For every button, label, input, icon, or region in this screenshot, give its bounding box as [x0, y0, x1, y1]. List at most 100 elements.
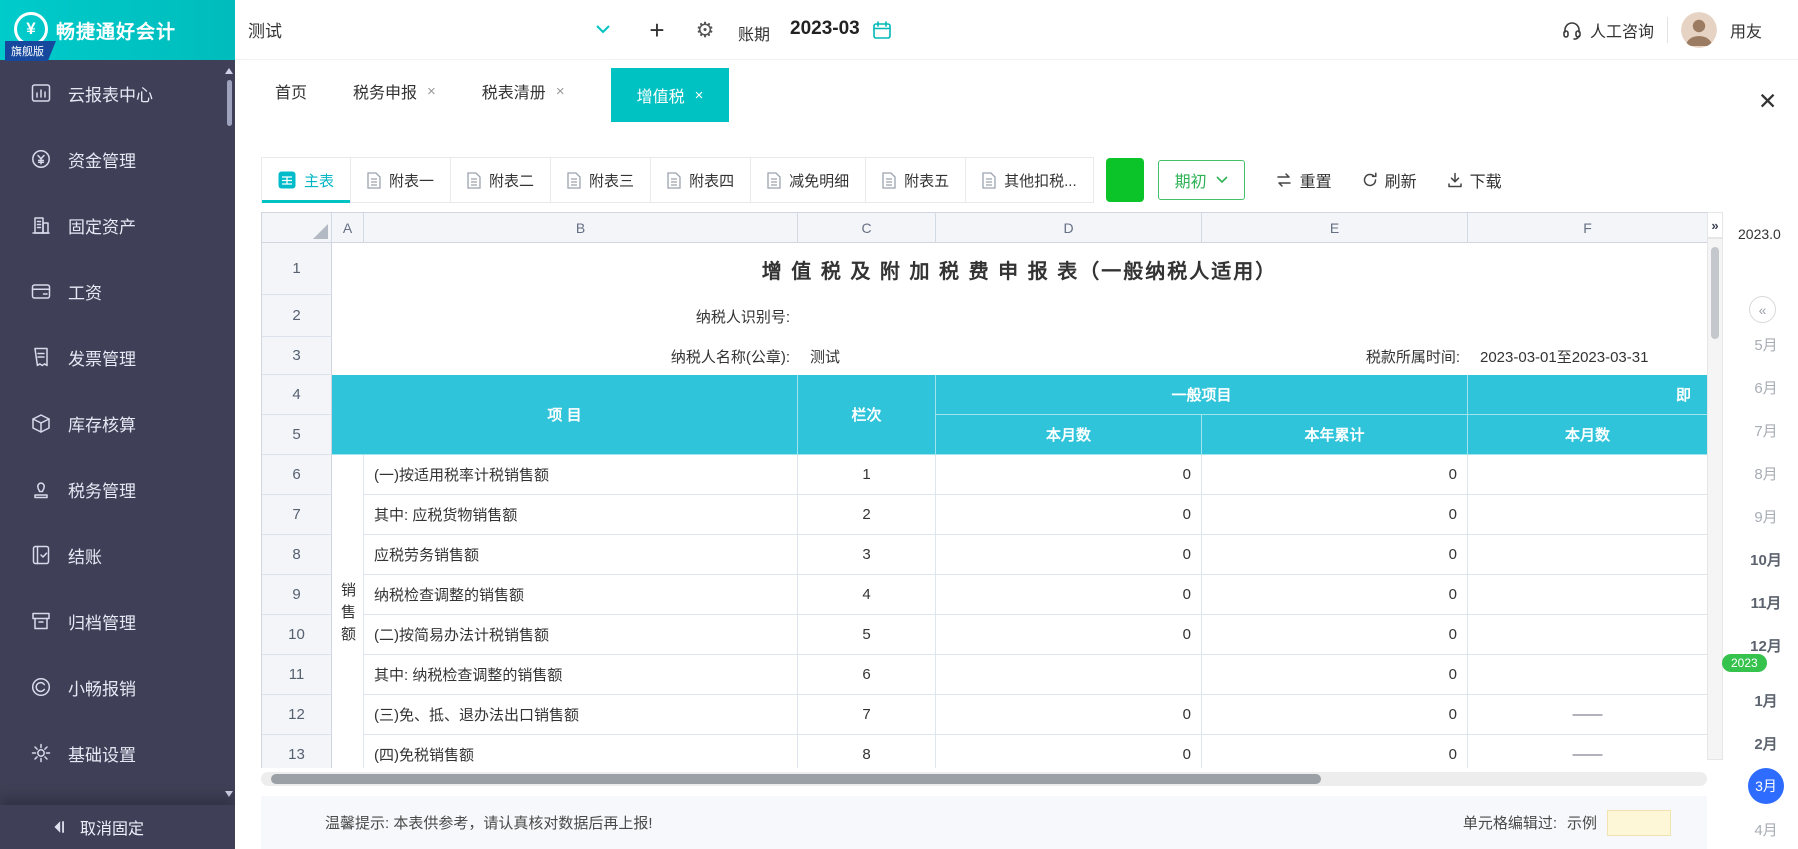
sidebar-item-funds[interactable]: 资金管理: [0, 126, 235, 192]
month-item-nov[interactable]: 11月: [1734, 584, 1798, 620]
row-header[interactable]: 12: [262, 695, 332, 735]
row-header[interactable]: 6: [262, 455, 332, 495]
sidebar-scroll-thumb[interactable]: [227, 80, 232, 126]
taxpayer-name-value[interactable]: 测试: [798, 337, 1202, 375]
cell-line-no[interactable]: 7: [798, 695, 936, 735]
close-tab-icon[interactable]: ×: [695, 87, 704, 104]
cell-month[interactable]: 0: [936, 695, 1202, 735]
select-all-corner[interactable]: [262, 213, 332, 243]
cell-item[interactable]: 应税劳务销售额: [364, 535, 798, 575]
account-select[interactable]: 测试: [248, 0, 610, 60]
green-action-button[interactable]: [1105, 158, 1144, 202]
add-account-button[interactable]: +: [642, 0, 672, 60]
month-item-feb[interactable]: 2月: [1734, 725, 1798, 761]
tab-tax-filing[interactable]: 税务申报 ×: [353, 79, 436, 103]
tab-tax-register[interactable]: 税表清册 ×: [482, 79, 565, 103]
cell-ytd[interactable]: 0: [1202, 575, 1468, 615]
sheet-tab-exemption-detail[interactable]: 减免明细: [751, 157, 867, 203]
sidebar-scrollbar[interactable]: [224, 62, 234, 803]
sidebar-item-invoices[interactable]: 发票管理: [0, 324, 235, 390]
scroll-down-arrow-icon[interactable]: [225, 791, 233, 797]
cell-refund[interactable]: [1468, 615, 1707, 655]
close-page-icon[interactable]: ✕: [1758, 88, 1777, 115]
gear-icon[interactable]: ⚙: [688, 0, 722, 60]
column-header-a[interactable]: A: [332, 213, 364, 243]
close-tab-icon[interactable]: ×: [427, 83, 436, 100]
user-name[interactable]: 用友: [1730, 18, 1762, 42]
row-header[interactable]: 4: [262, 375, 332, 415]
sheet-tab-annex3[interactable]: 附表三: [551, 157, 652, 203]
cell-line-no[interactable]: 4: [798, 575, 936, 615]
row-header[interactable]: 2: [262, 295, 332, 337]
reset-button[interactable]: 重置: [1275, 168, 1332, 192]
cell-item[interactable]: 其中: 应税货物销售额: [364, 495, 798, 535]
sidebar-item-cloud-reports[interactable]: 云报表中心: [0, 60, 235, 126]
column-header-c[interactable]: C: [798, 213, 936, 243]
cell-item[interactable]: 其中: 纳税检查调整的销售额: [364, 655, 798, 695]
cell-ytd[interactable]: 0: [1202, 455, 1468, 495]
month-item-oct[interactable]: 10月: [1734, 541, 1798, 577]
cell-item[interactable]: (四)免税销售额: [364, 735, 798, 768]
cell-ytd[interactable]: 0: [1202, 695, 1468, 735]
refresh-button[interactable]: 刷新: [1362, 168, 1417, 192]
cell-refund[interactable]: [1468, 575, 1707, 615]
month-item-may[interactable]: 5月: [1734, 326, 1798, 362]
vertical-scroll-thumb[interactable]: [1711, 247, 1719, 339]
month-item-jan[interactable]: 1月: [1734, 682, 1798, 718]
sidebar-item-inventory[interactable]: 库存核算: [0, 390, 235, 456]
sidebar-item-settings[interactable]: 基础设置: [0, 720, 235, 786]
month-item-jul[interactable]: 7月: [1734, 412, 1798, 448]
tab-vat[interactable]: 增值税 ×: [610, 68, 730, 122]
scroll-up-arrow-icon[interactable]: [225, 68, 233, 74]
horizontal-scroll-thumb[interactable]: [271, 774, 1321, 784]
cell-line-no[interactable]: 1: [798, 455, 936, 495]
sheet-tab-other-deduction[interactable]: 其他扣税...: [966, 157, 1094, 203]
sidebar-item-tax[interactable]: 税务管理: [0, 456, 235, 522]
row-header[interactable]: 8: [262, 535, 332, 575]
sheet-tab-annex5[interactable]: 附表五: [866, 157, 967, 203]
cell-item[interactable]: (一)按适用税率计税销售额: [364, 455, 798, 495]
sheet-tab-annex1[interactable]: 附表一: [351, 157, 452, 203]
row-header[interactable]: 5: [262, 415, 332, 455]
unpin-sidebar-button[interactable]: 取消固定: [0, 805, 235, 849]
cell-line-no[interactable]: 8: [798, 735, 936, 768]
avatar[interactable]: [1680, 12, 1717, 48]
row-header[interactable]: 13: [262, 735, 332, 768]
sidebar-item-closing[interactable]: 结账: [0, 522, 235, 588]
cell-refund[interactable]: [1468, 495, 1707, 535]
sheet-tab-annex4[interactable]: 附表四: [651, 157, 752, 203]
cell-item[interactable]: (二)按简易办法计税销售额: [364, 615, 798, 655]
close-tab-icon[interactable]: ×: [556, 83, 565, 100]
cell-line-no[interactable]: 3: [798, 535, 936, 575]
cell-month[interactable]: 0: [936, 455, 1202, 495]
collapse-panel-icon[interactable]: «: [1749, 296, 1776, 323]
row-header[interactable]: 1: [262, 243, 332, 295]
row-header[interactable]: 9: [262, 575, 332, 615]
calendar-icon[interactable]: [872, 20, 892, 40]
cell-refund[interactable]: [1468, 655, 1707, 695]
row-header[interactable]: 7: [262, 495, 332, 535]
taxpayer-id-value[interactable]: [798, 295, 1707, 337]
cell-refund[interactable]: ——: [1468, 735, 1707, 768]
cell-ytd[interactable]: 0: [1202, 615, 1468, 655]
month-item-jun[interactable]: 6月: [1734, 369, 1798, 405]
cell-month[interactable]: 0: [936, 575, 1202, 615]
column-header-d[interactable]: D: [936, 213, 1202, 243]
support-button[interactable]: 人工咨询: [1562, 18, 1654, 42]
cell-ytd[interactable]: 0: [1202, 655, 1468, 695]
sidebar-item-reimburse[interactable]: 小畅报销: [0, 654, 235, 720]
vertical-scrollbar[interactable]: [1707, 238, 1723, 760]
cell-month[interactable]: 0: [936, 735, 1202, 768]
row-header[interactable]: 11: [262, 655, 332, 695]
cell-ytd[interactable]: 0: [1202, 495, 1468, 535]
cell-ytd[interactable]: 0: [1202, 535, 1468, 575]
row-header[interactable]: 3: [262, 337, 332, 375]
cell-month[interactable]: [936, 655, 1202, 695]
month-item-apr[interactable]: 4月: [1734, 811, 1798, 847]
download-button[interactable]: 下载: [1447, 168, 1502, 192]
cell-refund[interactable]: [1468, 535, 1707, 575]
cell-line-no[interactable]: 5: [798, 615, 936, 655]
cell-refund[interactable]: [1468, 455, 1707, 495]
sheet-tab-annex2[interactable]: 附表二: [451, 157, 552, 203]
cell-line-no[interactable]: 6: [798, 655, 936, 695]
